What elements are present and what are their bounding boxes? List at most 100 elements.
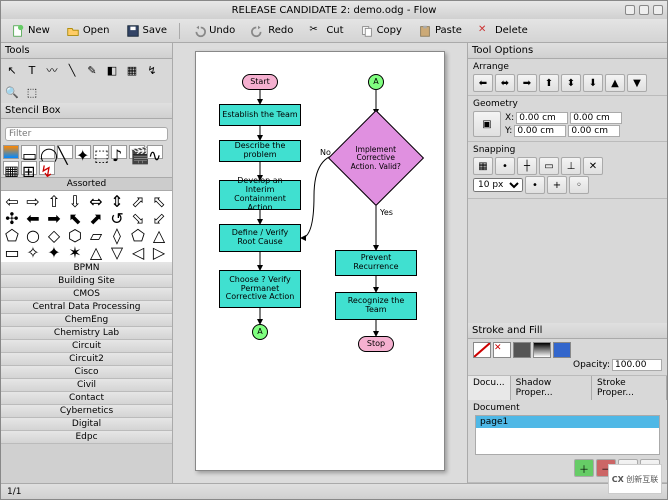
pointer-tool[interactable]: ↖ bbox=[3, 61, 21, 79]
snap-node-button[interactable]: • bbox=[495, 157, 515, 175]
node-connector-a-right[interactable]: A bbox=[368, 74, 384, 90]
align-bottom-button[interactable]: ⬇ bbox=[583, 74, 603, 92]
opacity-input[interactable] bbox=[612, 359, 662, 371]
snap-guide-button[interactable]: ┼ bbox=[517, 157, 537, 175]
align-top-button[interactable]: ⬆ bbox=[539, 74, 559, 92]
shape-item[interactable]: ◊ bbox=[108, 227, 126, 243]
shape-item[interactable]: ⇔ bbox=[87, 193, 105, 209]
lock-aspect-button[interactable]: ▣ bbox=[473, 111, 501, 137]
stencil-filter-input[interactable] bbox=[5, 127, 168, 141]
shape-item[interactable]: ✦ bbox=[45, 244, 63, 260]
shape-item[interactable]: ◁ bbox=[129, 244, 147, 260]
fill-blue-swatch[interactable] bbox=[553, 342, 571, 358]
category-item[interactable]: ChemEng bbox=[1, 314, 172, 327]
category-item[interactable]: Central Data Processing bbox=[1, 301, 172, 314]
text-tool[interactable]: T bbox=[23, 61, 41, 79]
category-item[interactable]: Building Site bbox=[1, 275, 172, 288]
node-connector-a-left[interactable]: A bbox=[252, 324, 268, 340]
palette-item[interactable]: ∿ bbox=[147, 145, 163, 159]
palette-item[interactable]: ↯ bbox=[39, 161, 55, 175]
category-item[interactable]: Digital bbox=[1, 418, 172, 431]
send-back-button[interactable]: ▼ bbox=[627, 74, 647, 92]
node-describe-problem[interactable]: Describe the problem bbox=[219, 140, 301, 162]
shape-item[interactable]: ⇩ bbox=[66, 193, 84, 209]
shape-item[interactable]: ▭ bbox=[3, 244, 21, 260]
redo-button[interactable]: Redo bbox=[247, 22, 297, 40]
maximize-button[interactable] bbox=[639, 5, 649, 15]
y-input[interactable] bbox=[514, 125, 566, 137]
canvas-viewport[interactable]: Start Establish the Team Describe the pr… bbox=[173, 43, 467, 483]
palette-item[interactable]: 🎬 bbox=[129, 145, 145, 159]
shape-item[interactable]: ▱ bbox=[87, 227, 105, 243]
category-item[interactable]: Cisco bbox=[1, 366, 172, 379]
snap-intersect-button[interactable]: ✕ bbox=[583, 157, 603, 175]
shape-item[interactable]: △ bbox=[87, 244, 105, 260]
node-recognize-team[interactable]: Recognize the Team bbox=[335, 292, 417, 320]
category-item[interactable]: Edpc bbox=[1, 431, 172, 444]
palette-item[interactable]: ✦ bbox=[75, 145, 91, 159]
shape-item[interactable]: ⬠ bbox=[129, 227, 147, 243]
save-button[interactable]: Save bbox=[122, 22, 172, 40]
new-button[interactable]: New bbox=[7, 22, 54, 40]
palette-item[interactable]: ▭ bbox=[21, 145, 37, 159]
tab-document[interactable]: Docu... bbox=[468, 376, 511, 400]
snap-opt2-button[interactable]: + bbox=[547, 176, 567, 194]
align-left-button[interactable]: ⬅ bbox=[473, 74, 493, 92]
line-tool[interactable]: ╲ bbox=[63, 61, 81, 79]
undo-button[interactable]: Undo bbox=[188, 22, 239, 40]
category-item[interactable]: CMOS bbox=[1, 288, 172, 301]
page-list[interactable]: page1 bbox=[475, 415, 660, 455]
minimize-button[interactable] bbox=[625, 5, 635, 15]
shape-item[interactable]: ▷ bbox=[150, 244, 168, 260]
close-button[interactable] bbox=[653, 5, 663, 15]
category-item[interactable]: Circuit2 bbox=[1, 353, 172, 366]
cut-button[interactable]: ✂Cut bbox=[305, 22, 347, 40]
palette-item[interactable]: ⬚ bbox=[93, 145, 109, 159]
x-input[interactable] bbox=[516, 112, 568, 124]
category-item[interactable]: Circuit bbox=[1, 340, 172, 353]
shape-item[interactable]: ➡ bbox=[45, 210, 63, 226]
palette-item[interactable]: ♪ bbox=[111, 145, 127, 159]
pan-tool[interactable]: ⬚ bbox=[23, 83, 41, 101]
open-button[interactable]: Open bbox=[62, 22, 114, 40]
shape-item[interactable]: ↺ bbox=[108, 210, 126, 226]
snap-bound-button[interactable]: ▭ bbox=[539, 157, 559, 175]
w-input[interactable] bbox=[570, 112, 622, 124]
node-start[interactable]: Start bbox=[242, 74, 278, 90]
snap-grid-button[interactable]: ▦ bbox=[473, 157, 493, 175]
shape-item[interactable]: ✣ bbox=[3, 210, 21, 226]
shape-item[interactable]: ⬈ bbox=[87, 210, 105, 226]
shape-item[interactable]: ○ bbox=[24, 227, 42, 243]
category-item[interactable]: BPMN bbox=[1, 262, 172, 275]
snap-ortho-button[interactable]: ⊥ bbox=[561, 157, 581, 175]
snap-opt1-button[interactable]: • bbox=[525, 176, 545, 194]
path-tool[interactable]: 〰 bbox=[43, 61, 61, 79]
category-item[interactable]: Cybernetics bbox=[1, 405, 172, 418]
gradient-tool[interactable]: ◧ bbox=[103, 61, 121, 79]
shape-item[interactable]: ▽ bbox=[108, 244, 126, 260]
fill-black-swatch[interactable] bbox=[513, 342, 531, 358]
palette-item[interactable] bbox=[3, 145, 19, 159]
node-choose-action[interactable]: Choose ? Verify Permanet Corrective Acti… bbox=[219, 270, 301, 308]
align-middle-button[interactable]: ⬍ bbox=[561, 74, 581, 92]
snap-distance-select[interactable]: 10 px bbox=[473, 178, 523, 192]
shape-item[interactable]: ⬅ bbox=[24, 210, 42, 226]
shape-item[interactable]: ⬃ bbox=[150, 210, 168, 226]
shape-item[interactable]: ⬀ bbox=[129, 193, 147, 209]
category-item[interactable]: Contact bbox=[1, 392, 172, 405]
tab-stroke[interactable]: Stroke Proper... bbox=[592, 376, 667, 400]
shape-item[interactable]: ✶ bbox=[66, 244, 84, 260]
node-develop-containment[interactable]: Develop an Interim Containment Action bbox=[219, 180, 301, 210]
palette-item[interactable]: ◯ bbox=[39, 145, 55, 159]
shape-item[interactable]: ◇ bbox=[45, 227, 63, 243]
shape-item[interactable]: ⬡ bbox=[66, 227, 84, 243]
paste-button[interactable]: Paste bbox=[414, 22, 466, 40]
shape-item[interactable]: ⬉ bbox=[66, 210, 84, 226]
node-stop[interactable]: Stop bbox=[358, 336, 394, 352]
shape-item[interactable]: ⇧ bbox=[45, 193, 63, 209]
shape-item[interactable]: ⇦ bbox=[3, 193, 21, 209]
delete-button[interactable]: ✕Delete bbox=[474, 22, 532, 40]
no-fill-swatch[interactable] bbox=[473, 342, 491, 358]
add-layer-button[interactable]: ＋ bbox=[574, 459, 594, 477]
node-prevent-recurrence[interactable]: Prevent Recurrence bbox=[335, 250, 417, 276]
